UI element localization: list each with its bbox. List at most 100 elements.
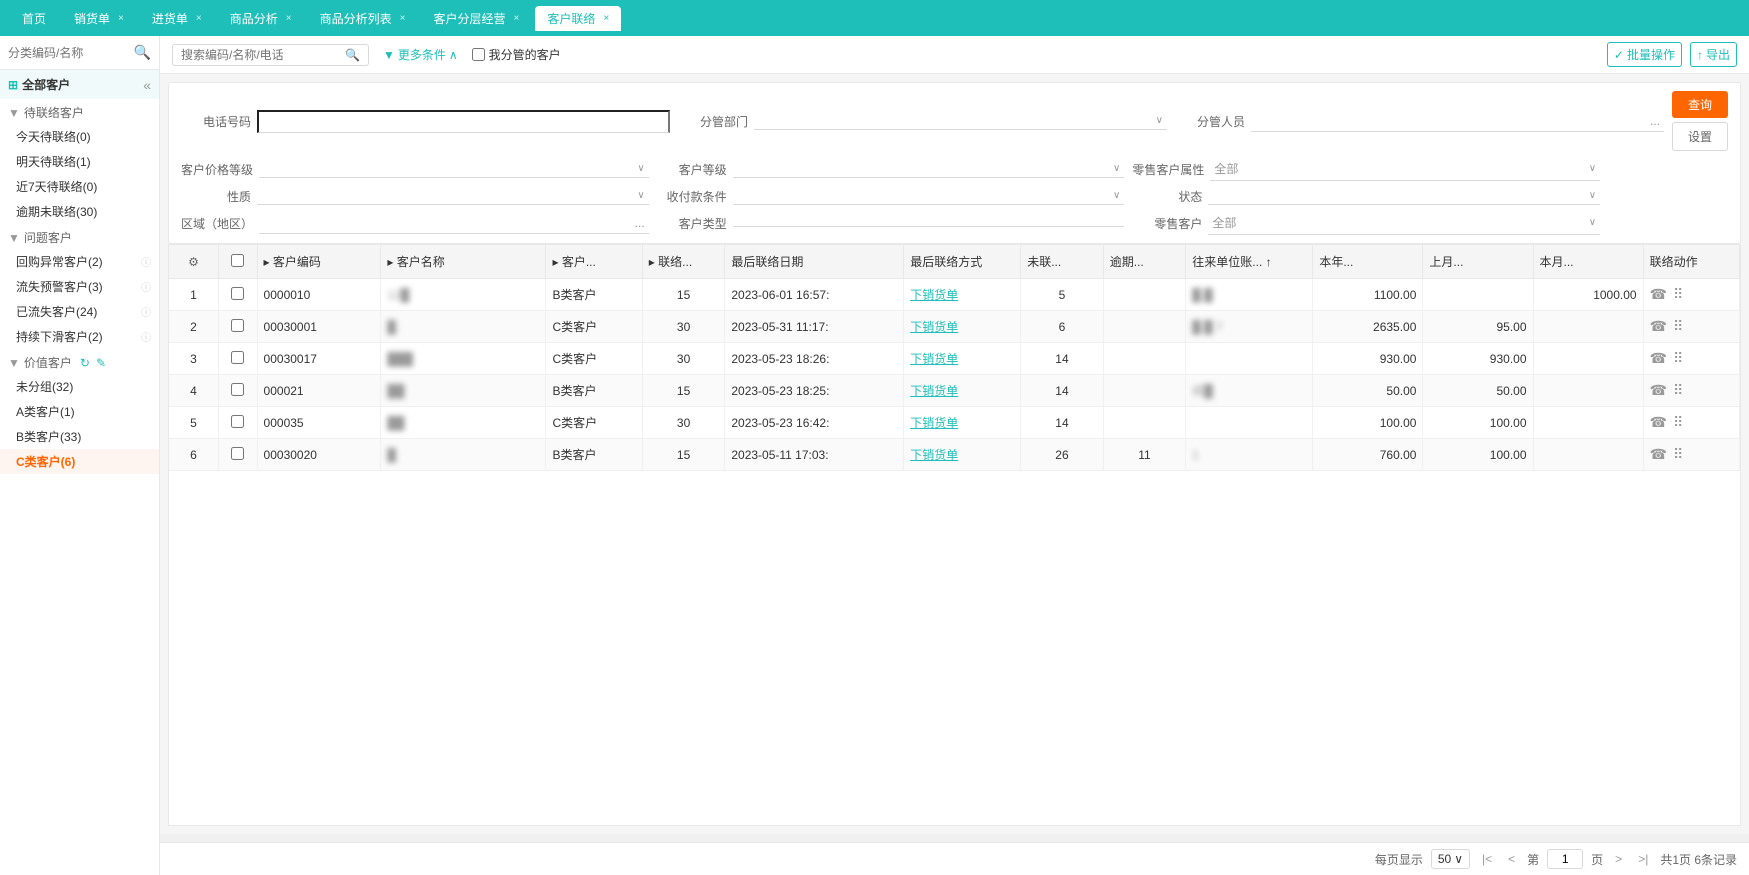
th-name: ▸ 客户名称: [381, 245, 546, 279]
sidebar-item-abnormal-repurchase[interactable]: 回购异常客户(2) ⓘ: [0, 249, 159, 274]
nav-sales-order[interactable]: 销货单 ×: [62, 6, 136, 31]
filter-price-level-select[interactable]: ∨: [259, 160, 649, 178]
more-action-icon[interactable]: ⠿: [1673, 350, 1683, 367]
close-icon[interactable]: ×: [513, 13, 519, 24]
collapse-icon[interactable]: «: [143, 77, 151, 93]
filter-retail-customer-select[interactable]: 全部 ∨: [1208, 211, 1600, 235]
filter-customer-type-select[interactable]: [733, 220, 1125, 227]
filter-dept-select[interactable]: ∨: [754, 112, 1167, 130]
nav-product-analysis[interactable]: 商品分析 ×: [218, 6, 304, 31]
next-page-button[interactable]: >: [1611, 850, 1626, 868]
last-month-amount: [1423, 279, 1533, 311]
close-icon[interactable]: ×: [286, 13, 292, 24]
sidebar-item-tomorrow-contact[interactable]: 明天待联络(1): [0, 149, 159, 174]
search-input[interactable]: [181, 48, 341, 62]
filter-phone: 电话号码: [181, 110, 670, 133]
contact-action-icon[interactable]: ☎: [1650, 414, 1667, 431]
table-row: 5 000035 ██ C类客户 30 2023-05-23 16:42: 下销…: [169, 407, 1740, 439]
contact-action-icon[interactable]: ☎: [1650, 382, 1667, 399]
close-icon[interactable]: ×: [196, 13, 202, 24]
transaction-balance: [1186, 343, 1313, 375]
settings-button[interactable]: 设置: [1672, 122, 1728, 151]
page-number-input[interactable]: [1547, 849, 1583, 869]
last-page-button[interactable]: >|: [1634, 850, 1652, 868]
filter-payment-select[interactable]: ∨: [733, 187, 1125, 205]
refresh-icon[interactable]: ↻: [80, 356, 90, 370]
sidebar-item-class-b[interactable]: B类客户(33): [0, 424, 159, 449]
sidebar-search-icon[interactable]: 🔍: [134, 44, 151, 61]
per-page-select[interactable]: 50 ∨: [1431, 849, 1470, 869]
row-checkbox[interactable]: [231, 447, 244, 460]
th-last-contact-date: 最后联络日期: [725, 245, 904, 279]
more-conditions-button[interactable]: ▼ 更多条件 ∧: [377, 43, 464, 66]
sidebar-item-declining[interactable]: 持续下滑客户(2) ⓘ: [0, 324, 159, 349]
close-icon[interactable]: ×: [603, 13, 609, 24]
last-month-amount: 100.00: [1423, 439, 1533, 471]
nav-customer-segment[interactable]: 客户分层经营 ×: [421, 6, 531, 31]
row-number: 1: [169, 279, 219, 311]
more-options-button[interactable]: ...: [1650, 114, 1660, 128]
first-page-button[interactable]: |<: [1478, 850, 1496, 868]
th-customer-type: ▸ 客户...: [546, 245, 642, 279]
contact-action-icon[interactable]: ☎: [1650, 318, 1667, 335]
row-checkbox[interactable]: [231, 415, 244, 428]
more-action-icon[interactable]: ⠿: [1673, 382, 1683, 399]
close-icon[interactable]: ×: [118, 13, 124, 24]
more-action-icon[interactable]: ⠿: [1673, 446, 1683, 463]
contact-method-link[interactable]: 下销货单: [910, 448, 958, 462]
sidebar-item-7day-contact[interactable]: 近7天待联络(0): [0, 174, 159, 199]
row-checkbox[interactable]: [231, 383, 244, 396]
sidebar-item-class-c[interactable]: C类客户(6): [0, 449, 159, 474]
close-icon[interactable]: ×: [400, 13, 406, 24]
filter-phone-input[interactable]: [257, 110, 670, 133]
settings-icon[interactable]: ⚙: [188, 255, 199, 269]
export-button[interactable]: ↑ 导出: [1690, 42, 1737, 67]
region-more-button[interactable]: ...: [635, 216, 645, 230]
query-button[interactable]: 查询: [1672, 91, 1728, 118]
search-icon[interactable]: 🔍: [345, 48, 360, 62]
horizontal-scrollbar[interactable]: [160, 834, 1749, 842]
sidebar-item-churned[interactable]: 已流失客户(24) ⓘ: [0, 299, 159, 324]
contact-action-icon[interactable]: ☎: [1650, 446, 1667, 463]
sidebar-item-class-a[interactable]: A类客户(1): [0, 399, 159, 424]
batch-operation-button[interactable]: ✓ 批量操作: [1607, 42, 1682, 67]
table-row: 1 0000010 12█ B类客户 15 2023-06-01 16:57: …: [169, 279, 1740, 311]
sidebar-item-today-contact[interactable]: 今天待联络(0): [0, 124, 159, 149]
sidebar-group-problem[interactable]: ▼ 问题客户: [0, 224, 159, 249]
edit-icon[interactable]: ✎: [96, 356, 106, 370]
filter-status-select[interactable]: ∨: [1208, 187, 1600, 205]
filter-nature-select[interactable]: ∨: [257, 187, 649, 205]
contact-method-link[interactable]: 下销货单: [910, 352, 958, 366]
filter-row-1: 电话号码 分管部门 ∨ 分管人员 ... 查询: [181, 91, 1728, 151]
more-action-icon[interactable]: ⠿: [1673, 318, 1683, 335]
contact-action-icon[interactable]: ☎: [1650, 350, 1667, 367]
sidebar-group-value[interactable]: ▼ 价值客户 ↻ ✎: [0, 349, 159, 374]
row-checkbox[interactable]: [231, 351, 244, 364]
contact-method-link[interactable]: 下销货单: [910, 320, 958, 334]
nav-purchase-order[interactable]: 进货单 ×: [140, 6, 214, 31]
contact-method-link[interactable]: 下销货单: [910, 416, 958, 430]
my-customers-checkbox[interactable]: [472, 48, 485, 61]
filter-customer-level-select[interactable]: ∨: [733, 160, 1125, 178]
contact-method-link[interactable]: 下销货单: [910, 384, 958, 398]
contact-method-link[interactable]: 下销货单: [910, 288, 958, 302]
prev-page-button[interactable]: <: [1504, 850, 1519, 868]
nav-home[interactable]: 首页: [10, 6, 58, 31]
chevron-down-icon: ∨: [1113, 163, 1120, 174]
sidebar-item-overdue-contact[interactable]: 逾期未联络(30): [0, 199, 159, 224]
nav-product-analysis-list[interactable]: 商品分析列表 ×: [308, 6, 418, 31]
more-action-icon[interactable]: ⠿: [1673, 414, 1683, 431]
sidebar-all-customers[interactable]: ⊞ 全部客户 «: [0, 70, 159, 99]
filter-payment: 收付款条件 ∨: [657, 187, 1125, 205]
nav-customer-contact[interactable]: 客户联络 ×: [535, 6, 621, 31]
more-action-icon[interactable]: ⠿: [1673, 286, 1683, 303]
sidebar-group-pending[interactable]: ▼ 待联络客户: [0, 99, 159, 124]
sidebar-item-ungrouped[interactable]: 未分组(32): [0, 374, 159, 399]
contact-action-icon[interactable]: ☎: [1650, 286, 1667, 303]
filter-retail-attr-select[interactable]: 全部 ∨: [1210, 157, 1600, 181]
row-checkbox[interactable]: [231, 319, 244, 332]
sidebar-item-churn-warning[interactable]: 流失预警客户(3) ⓘ: [0, 274, 159, 299]
sidebar-search-input[interactable]: [8, 46, 130, 60]
select-all-checkbox[interactable]: [231, 254, 244, 267]
row-checkbox[interactable]: [231, 287, 244, 300]
